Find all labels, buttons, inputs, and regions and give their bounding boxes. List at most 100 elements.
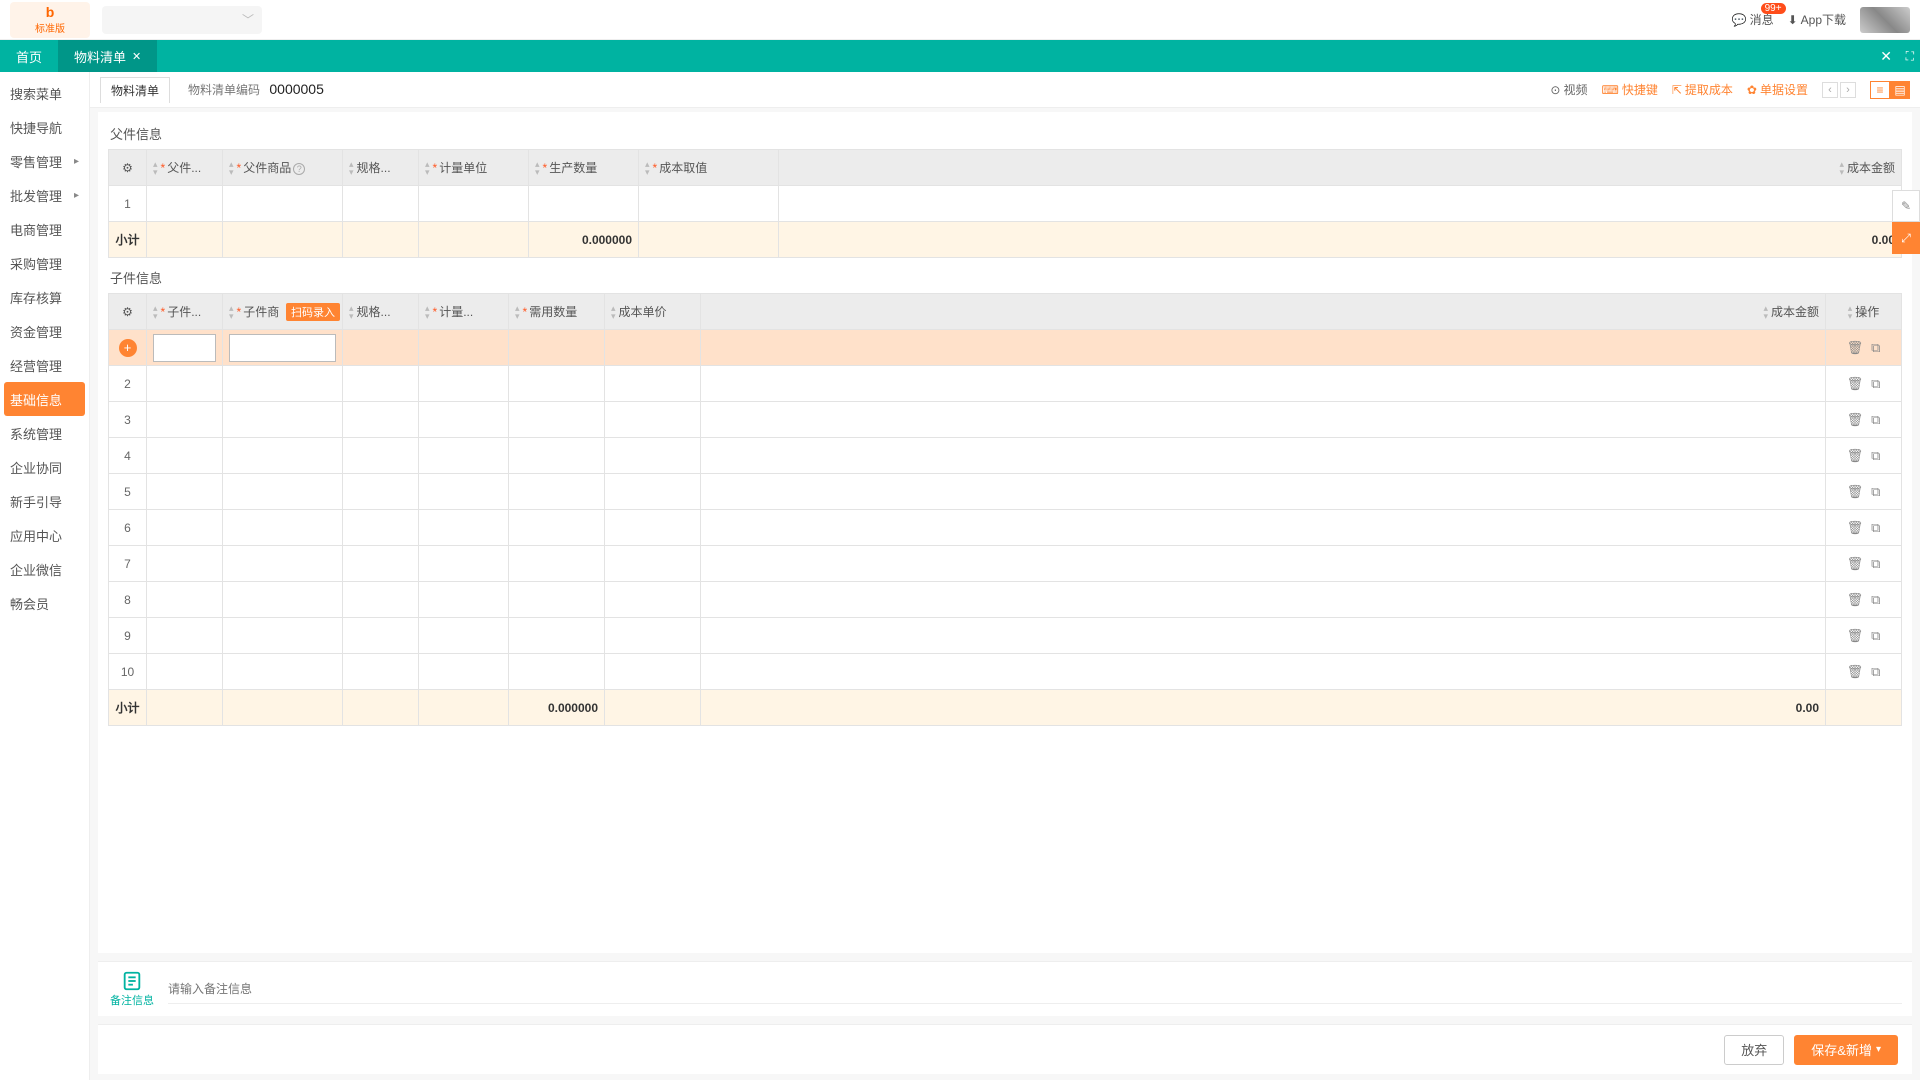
delete-row-icon[interactable]: 🗑 [1847,340,1864,355]
table-row[interactable]: 10🗑⧉ [109,654,1902,690]
delete-row-icon[interactable]: 🗑 [1847,664,1864,679]
sidebar-item-14[interactable]: 企业微信 [0,552,89,586]
copy-row-icon[interactable]: ⧉ [1871,556,1880,571]
close-icon[interactable]: ✕ [132,50,141,63]
delete-row-icon[interactable]: 🗑 [1847,412,1864,427]
sidebar-item-6[interactable]: 库存核算 [0,280,89,314]
action-shortcut[interactable]: ⌨快捷键 [1602,81,1658,98]
child-col-7[interactable]: ▴▾操作 [1826,294,1902,330]
action-doc-setting[interactable]: ✿单据设置 [1747,81,1808,98]
sidebar-item-0[interactable]: 搜索菜单 [0,76,89,110]
child-col-4[interactable]: ▴▾*需用数量 [509,294,605,330]
child-col-3[interactable]: ▴▾*计量... [419,294,509,330]
sidebar-item-7[interactable]: 资金管理 [0,314,89,348]
pager-next[interactable]: › [1840,82,1856,98]
parent-col-5[interactable]: ▴▾*成本取值 [639,150,779,186]
sidebar-item-13[interactable]: 应用中心 [0,518,89,552]
copy-row-icon[interactable]: ⧉ [1871,376,1880,391]
doc-tab-bom[interactable]: 物料清单 [100,77,170,103]
tab-home[interactable]: 首页 [0,40,58,72]
sidebar-item-15[interactable]: 畅会员 [0,586,89,620]
tab-bom[interactable]: 物料清单 ✕ [58,40,157,72]
delete-row-icon[interactable]: 🗑 [1847,520,1864,535]
view-list[interactable]: ≡ [1870,81,1890,99]
table-row[interactable]: 4🗑⧉ [109,438,1902,474]
gear-icon[interactable]: ⚙ [109,294,147,330]
sidebar-item-11[interactable]: 企业协同 [0,450,89,484]
tab-bar: 首页 物料清单 ✕ ✕ ⛶ [0,40,1920,72]
parent-col-1[interactable]: ▴▾*父件商品? [223,150,343,186]
child-col-6[interactable]: ▴▾成本金额 [701,294,1826,330]
sort-icon: ▴▾ [1839,160,1844,176]
sidebar-item-9[interactable]: 基础信息 [4,382,85,416]
delete-row-icon[interactable]: 🗑 [1847,448,1864,463]
table-row[interactable]: 9🗑⧉ [109,618,1902,654]
copy-row-icon[interactable]: ⧉ [1871,448,1880,463]
copy-row-icon[interactable]: ⧉ [1871,484,1880,499]
parent-col-4[interactable]: ▴▾*生产数量 [529,150,639,186]
expand-tool-icon[interactable]: ⤢ [1892,222,1920,254]
sidebar-item-12[interactable]: 新手引导 [0,484,89,518]
sidebar-item-4[interactable]: 电商管理 [0,212,89,246]
copy-row-icon[interactable]: ⧉ [1871,592,1880,607]
copy-row-icon[interactable]: ⧉ [1871,664,1880,679]
sort-icon: ▴▾ [349,304,354,320]
view-form[interactable]: ▤ [1890,81,1910,99]
company-selector[interactable]: ﹀ [102,6,262,34]
remark-bar: 备注信息 [98,961,1912,1016]
child-col-0[interactable]: ▴▾*子件... [147,294,223,330]
sidebar-item-10[interactable]: 系统管理 [0,416,89,450]
action-video[interactable]: ⊙视频 [1550,81,1587,98]
table-row[interactable]: 2🗑⧉ [109,366,1902,402]
parent-col-0[interactable]: ▴▾*父件... [147,150,223,186]
save-new-button[interactable]: 保存&新增 ▾ [1794,1035,1898,1065]
fullscreen-icon[interactable]: ⛶ [1906,40,1914,72]
copy-row-icon[interactable]: ⧉ [1871,520,1880,535]
chevron-down-icon[interactable]: ▾ [1876,1044,1881,1055]
sidebar-item-1[interactable]: 快捷导航 [0,110,89,144]
delete-row-icon[interactable]: 🗑 [1847,376,1864,391]
remark-input[interactable] [168,974,1902,1004]
action-extract-cost[interactable]: ⇱提取成本 [1672,81,1733,98]
help-icon[interactable]: ? [293,163,305,175]
table-row[interactable]: 3🗑⧉ [109,402,1902,438]
parent-col-2[interactable]: ▴▾规格... [343,150,419,186]
sidebar-item-2[interactable]: 零售管理▸ [0,144,89,178]
parent-col-3[interactable]: ▴▾*计量单位 [419,150,529,186]
sidebar-item-3[interactable]: 批发管理▸ [0,178,89,212]
messages-button[interactable]: 💬 消息 99+ [1732,11,1774,28]
child-col-2[interactable]: ▴▾规格... [343,294,419,330]
pager-prev[interactable]: ‹ [1822,82,1838,98]
table-row[interactable]: 1 [109,186,1902,222]
child-product-input[interactable] [229,334,336,362]
app-download-button[interactable]: ⬇ App下载 [1788,11,1846,28]
delete-row-icon[interactable]: 🗑 [1847,556,1864,571]
sort-icon: ▴▾ [1763,304,1768,320]
table-row[interactable]: 5🗑⧉ [109,474,1902,510]
sort-icon: ▴▾ [645,160,650,176]
discard-button[interactable]: 放弃 [1724,1035,1784,1065]
copy-row-icon[interactable]: ⧉ [1871,412,1880,427]
child-col-1[interactable]: ▴▾*子件商扫码录入 [223,294,343,330]
add-row-button[interactable]: + [119,339,137,357]
table-row[interactable]: 7🗑⧉ [109,546,1902,582]
child-code-input[interactable] [153,334,216,362]
sidebar-item-5[interactable]: 采购管理 [0,246,89,280]
tabbar-close-button[interactable]: ✕ [1880,40,1892,72]
parent-col-6[interactable]: ▴▾成本金额 [779,150,1902,186]
child-col-5[interactable]: ▴▾成本单价 [605,294,701,330]
user-avatar[interactable] [1860,7,1910,33]
delete-row-icon[interactable]: 🗑 [1847,592,1864,607]
table-row[interactable]: 8🗑⧉ [109,582,1902,618]
table-row[interactable]: 6🗑⧉ [109,510,1902,546]
delete-row-icon[interactable]: 🗑 [1847,484,1864,499]
scan-input-button[interactable]: 扫码录入 [286,303,340,321]
table-row[interactable]: + 🗑 ⧉ [109,330,1902,366]
delete-row-icon[interactable]: 🗑 [1847,628,1864,643]
copy-row-icon[interactable]: ⧉ [1871,628,1880,643]
sidebar-item-8[interactable]: 经营管理 [0,348,89,382]
edit-tool-icon[interactable]: ✎ [1892,190,1920,222]
gear-icon[interactable]: ⚙ [109,150,147,186]
sort-icon: ▴▾ [153,160,158,176]
copy-row-icon[interactable]: ⧉ [1871,340,1880,355]
